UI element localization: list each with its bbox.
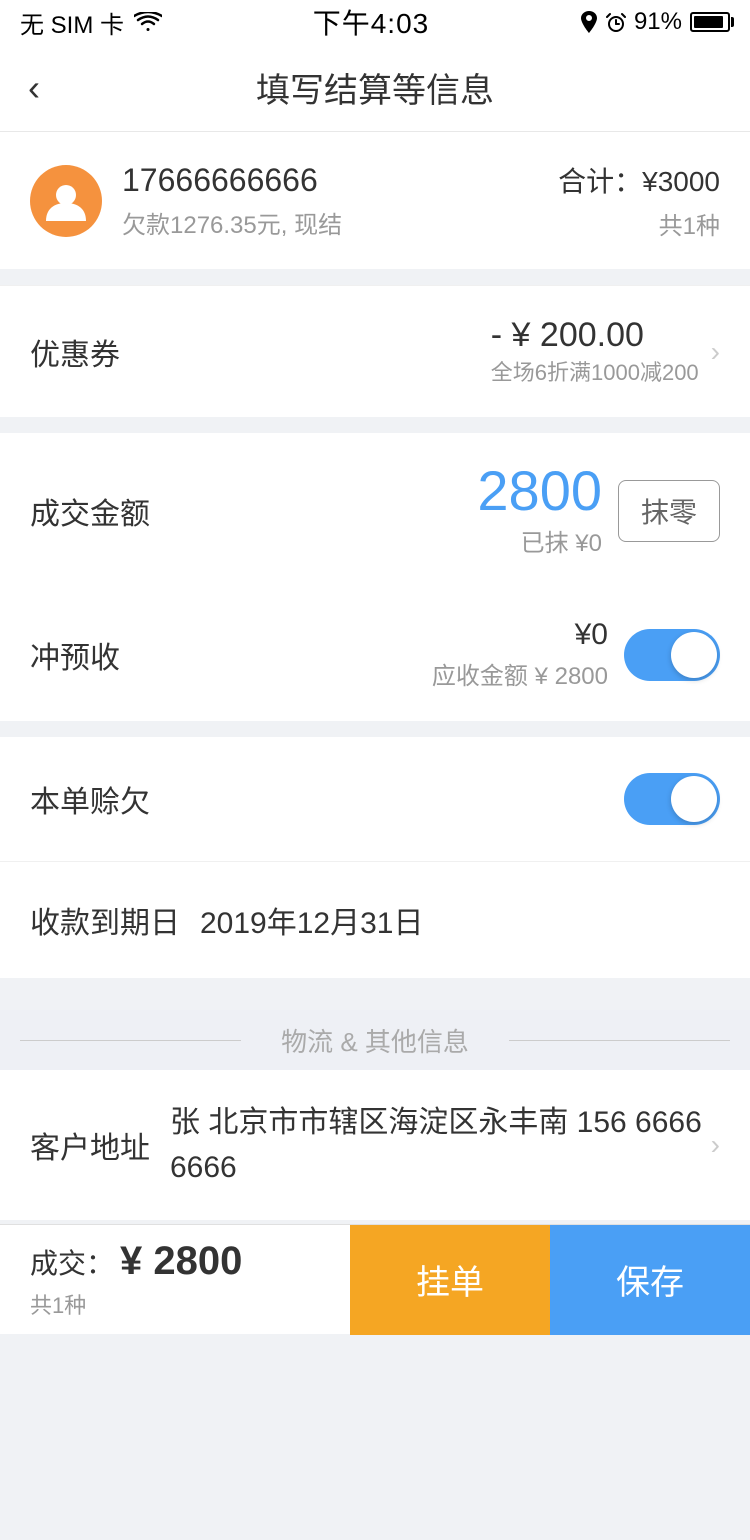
due-date-row: 收款到期日 2019年12月31日 [0,861,750,978]
coupon-chevron-icon: › [711,336,720,368]
customer-card: 17666666666 欠款1276.35元, 现结 合计：¥3000 共1种 [0,132,750,269]
customer-info: 17666666666 欠款1276.35元, 现结 [122,162,342,240]
save-button[interactable]: 保存 [550,1225,750,1335]
credit-row: 本单赊欠 [0,737,750,861]
coupon-label: 优惠券 [30,330,120,374]
section-divider-1 [0,417,750,433]
deal-sub: 2800 已抹 ¥0 [477,463,602,558]
carrier-text: 无 SIM 卡 [20,5,124,40]
already-round-text: 已抹 ¥0 [477,523,602,558]
address-chevron-icon: › [711,1129,720,1161]
location-icon [580,11,598,33]
coupon-row[interactable]: 优惠券 - ¥ 200.00 全场6折满1000减200 › [0,285,750,417]
address-row[interactable]: 客户地址 张 北京市市辖区海淀区永丰南 156 6666 6666 › [0,1070,750,1220]
customer-count: 共1种 [558,206,720,241]
status-bar: 无 SIM 卡 下午4:03 91% [0,0,750,44]
prepay-section: 冲预收 ¥0 应收金额 ¥ 2800 [0,588,750,721]
status-left: 无 SIM 卡 [20,5,162,40]
address-label: 客户地址 [30,1123,150,1167]
prepay-label: 冲预收 [30,633,120,677]
page-header: ‹ 填写结算等信息 [0,44,750,132]
section-divider-2 [0,721,750,737]
back-button[interactable]: ‹ [28,67,40,109]
deal-amount-value: 2800 [477,463,602,519]
credit-label: 本单赊欠 [30,777,150,821]
customer-right: 合计：¥3000 共1种 [558,160,720,241]
bottom-count: 共1种 [30,1288,350,1320]
battery-percent: 91% [634,8,682,36]
prepay-amounts: ¥0 应收金额 ¥ 2800 [432,618,608,691]
customer-left: 17666666666 欠款1276.35元, 现结 [30,162,342,240]
wifi-icon [134,12,162,32]
deal-amount-row: 成交金额 2800 已抹 ¥0 抹零 [30,433,720,588]
due-date-label: 收款到期日 [30,898,180,942]
coupon-desc: 全场6折满1000减200 [491,355,699,387]
status-time: 下午4:03 [313,2,430,42]
deal-amount-section: 成交金额 2800 已抹 ¥0 抹零 [0,433,750,588]
logistics-right-line [509,1040,730,1041]
alarm-icon [606,11,626,33]
logistics-left-line [20,1040,241,1041]
toggle-knob [671,632,717,678]
avatar [30,165,102,237]
customer-total: 合计：¥3000 [558,160,720,200]
bottom-deal-label: 成交： [30,1242,114,1282]
customer-phone: 17666666666 [122,162,342,199]
deal-amount-label: 成交金额 [30,489,150,533]
section-divider-3 [0,978,750,994]
page-title: 填写结算等信息 [256,63,494,112]
bottom-bar: 成交： ¥ 2800 共1种 挂单 保存 [0,1224,750,1334]
coupon-right: - ¥ 200.00 全场6折满1000减200 › [491,316,720,387]
logistics-divider: 物流 & 其他信息 [0,1010,750,1070]
prepay-receivable-text: 应收金额 ¥ 2800 [432,656,608,691]
status-right: 91% [580,8,730,36]
prepay-row: 冲预收 ¥0 应收金额 ¥ 2800 [30,588,720,721]
credit-toggle-knob [671,776,717,822]
logistics-divider-text: 物流 & 其他信息 [281,1022,469,1059]
round-zero-button[interactable]: 抹零 [618,480,720,542]
bottom-deal: 成交： ¥ 2800 [30,1239,350,1284]
hang-order-button[interactable]: 挂单 [350,1225,550,1335]
bottom-deal-amount: ¥ 2800 [120,1239,242,1284]
prepay-amount-value: ¥0 [432,618,608,652]
deal-amount-right: 2800 已抹 ¥0 抹零 [150,463,720,558]
customer-debt: 欠款1276.35元, 现结 [122,205,342,240]
user-avatar-icon [42,177,90,225]
due-date-value: 2019年12月31日 [200,898,423,942]
credit-toggle[interactable] [624,773,720,825]
prepay-toggle[interactable] [624,629,720,681]
battery-icon [690,12,730,32]
address-value: 张 北京市市辖区海淀区永丰南 156 6666 6666 [170,1100,711,1190]
bottom-left: 成交： ¥ 2800 共1种 [0,1239,350,1320]
prepay-right: ¥0 应收金额 ¥ 2800 [120,618,720,691]
coupon-amount: - ¥ 200.00 [491,316,699,355]
